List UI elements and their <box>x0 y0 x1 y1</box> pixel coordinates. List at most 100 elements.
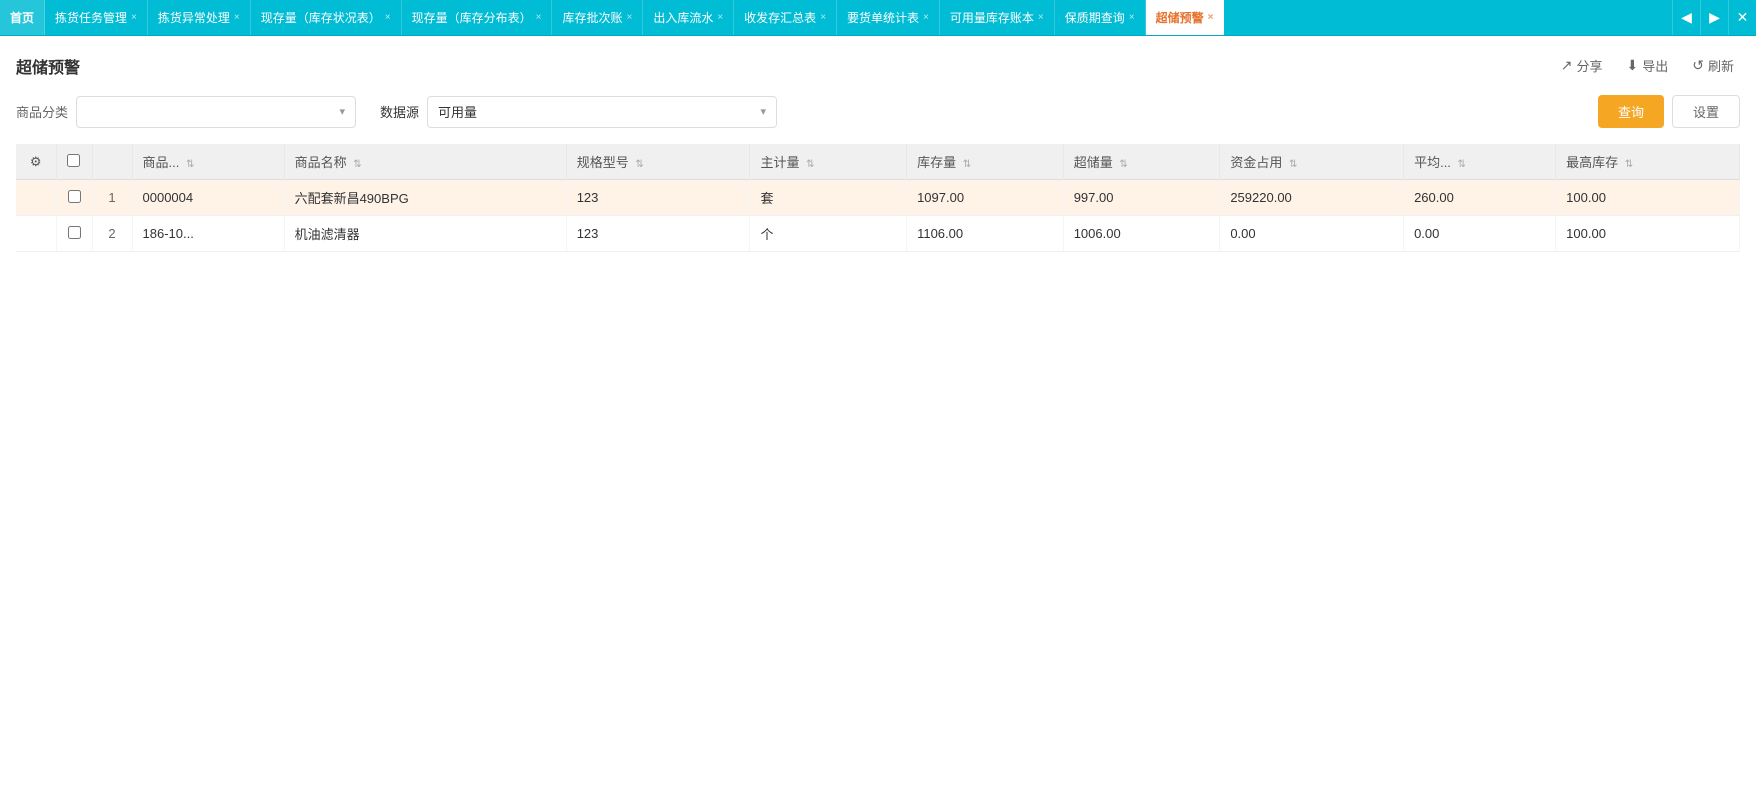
row-checkbox-cell[interactable] <box>56 216 92 252</box>
col-product-code[interactable]: 商品... ⇅ <box>132 144 284 180</box>
col-spec[interactable]: 规格型号 ⇅ <box>566 144 750 180</box>
nav-arrow-left[interactable]: ◀ <box>1672 0 1700 36</box>
row-overstock-qty: 997.00 <box>1063 180 1220 216</box>
col-num <box>92 144 132 180</box>
nav-tab-task-mgmt[interactable]: 拣货任务管理 × <box>45 0 148 35</box>
nav-tab-stock-status[interactable]: 现存量（库存状况表） × <box>251 0 402 35</box>
close-icon[interactable]: × <box>536 12 542 23</box>
select-all-checkbox[interactable] <box>67 154 80 167</box>
close-icon[interactable]: × <box>1038 12 1044 23</box>
data-table: ⚙ 商品... ⇅ 商品名称 ⇅ 规格型号 ⇅ <box>16 144 1740 252</box>
close-icon[interactable]: × <box>1208 12 1214 23</box>
refresh-button[interactable]: ↺ 刷新 <box>1686 52 1740 79</box>
close-icon[interactable]: × <box>820 12 826 23</box>
col-overstock-qty[interactable]: 超储量 ⇅ <box>1063 144 1220 180</box>
export-icon: ⬇ <box>1627 57 1639 74</box>
row-overstock-qty: 1006.00 <box>1063 216 1220 252</box>
col-stock-qty[interactable]: 库存量 ⇅ <box>907 144 1064 180</box>
row-unit: 个 <box>750 216 907 252</box>
col-avg[interactable]: 平均... ⇅ <box>1404 144 1556 180</box>
nav-arrows: ◀ ▶ ✕ <box>1672 0 1756 36</box>
sort-icon: ⇅ <box>186 159 194 170</box>
page-header: 超储预警 ↗ 分享 ⬇ 导出 ↺ 刷新 <box>16 52 1740 79</box>
nav-tab-inout-flow[interactable]: 出入库流水 × <box>643 0 734 35</box>
row-product-code: 0000004 <box>132 180 284 216</box>
sort-icon: ⇅ <box>1625 159 1633 170</box>
datasource-label: 数据源 <box>380 102 419 121</box>
nav-tab-available-stock[interactable]: 可用量库存账本 × <box>940 0 1055 35</box>
close-icon[interactable]: × <box>626 12 632 23</box>
nav-arrow-right[interactable]: ▶ <box>1700 0 1728 36</box>
row-spec: 123 <box>566 216 750 252</box>
row-unit: 套 <box>750 180 907 216</box>
top-navigation: 首页 拣货任务管理 × 拣货异常处理 × 现存量（库存状况表） × 现存量（库存… <box>0 0 1756 36</box>
filter-row: 商品分类 ▾ 数据源 可用量 ▾ 查询 设置 <box>16 95 1740 128</box>
category-select[interactable]: ▾ <box>76 96 356 128</box>
settings-gear-icon: ⚙ <box>30 154 42 169</box>
row-capital: 0.00 <box>1220 216 1404 252</box>
export-button[interactable]: ⬇ 导出 <box>1621 52 1675 79</box>
row-product-code: 186-10... <box>132 216 284 252</box>
nav-tab-overstock[interactable]: 超储预警 × <box>1146 0 1225 35</box>
nav-arrow-close[interactable]: ✕ <box>1728 0 1756 36</box>
close-icon[interactable]: × <box>234 12 240 23</box>
row-checkbox[interactable] <box>68 190 81 203</box>
row-avg: 0.00 <box>1404 216 1556 252</box>
nav-tab-stock-dist[interactable]: 现存量（库存分布表） × <box>402 0 553 35</box>
chevron-down-icon: ▾ <box>339 105 345 118</box>
row-stock-qty: 1097.00 <box>907 180 1064 216</box>
row-checkbox[interactable] <box>68 226 81 239</box>
sort-icon: ⇅ <box>1458 159 1466 170</box>
chevron-down-icon: ▾ <box>761 105 767 118</box>
sort-icon: ⇅ <box>635 159 643 170</box>
close-icon[interactable]: × <box>385 12 391 23</box>
row-capital: 259220.00 <box>1220 180 1404 216</box>
row-settings-cell <box>16 180 56 216</box>
sort-icon: ⇅ <box>963 159 971 170</box>
row-number: 1 <box>92 180 132 216</box>
datasource-select[interactable]: 可用量 ▾ <box>427 96 777 128</box>
close-icon[interactable]: × <box>131 12 137 23</box>
col-product-name[interactable]: 商品名称 ⇅ <box>284 144 566 180</box>
category-label: 商品分类 <box>16 102 68 121</box>
row-max-stock: 100.00 <box>1556 180 1740 216</box>
table-header: ⚙ 商品... ⇅ 商品名称 ⇅ 规格型号 ⇅ <box>16 144 1740 180</box>
datasource-filter: 数据源 可用量 ▾ <box>380 96 777 128</box>
nav-tab-quality[interactable]: 保质期查询 × <box>1055 0 1146 35</box>
col-max-stock[interactable]: 最高库存 ⇅ <box>1556 144 1740 180</box>
row-product-name: 机油滤清器 <box>284 216 566 252</box>
share-button[interactable]: ↗ 分享 <box>1555 52 1609 79</box>
table-row: 2 186-10... 机油滤清器 123 个 1106.00 1006.00 … <box>16 216 1740 252</box>
col-capital[interactable]: 资金占用 ⇅ <box>1220 144 1404 180</box>
nav-tab-abnormal[interactable]: 拣货异常处理 × <box>148 0 251 35</box>
sort-icon: ⇅ <box>1119 159 1127 170</box>
sort-icon: ⇅ <box>806 159 814 170</box>
category-filter: 商品分类 ▾ <box>16 96 356 128</box>
table-header-row: ⚙ 商品... ⇅ 商品名称 ⇅ 规格型号 ⇅ <box>16 144 1740 180</box>
share-icon: ↗ <box>1561 57 1573 74</box>
sort-icon: ⇅ <box>353 159 361 170</box>
datasource-select-value: 可用量 <box>438 102 477 121</box>
row-spec: 123 <box>566 180 750 216</box>
nav-home[interactable]: 首页 <box>0 0 45 35</box>
header-actions: ↗ 分享 ⬇ 导出 ↺ 刷新 <box>1555 52 1740 79</box>
close-icon[interactable]: × <box>717 12 723 23</box>
col-unit[interactable]: 主计量 ⇅ <box>750 144 907 180</box>
close-icon[interactable]: × <box>1129 12 1135 23</box>
action-buttons: 查询 设置 <box>1598 95 1740 128</box>
col-checkbox[interactable] <box>56 144 92 180</box>
row-checkbox-cell[interactable] <box>56 180 92 216</box>
nav-tab-order-stat[interactable]: 要货单统计表 × <box>837 0 940 35</box>
settings-button[interactable]: 设置 <box>1672 95 1740 128</box>
nav-tab-batch[interactable]: 库存批次账 × <box>552 0 643 35</box>
row-stock-qty: 1106.00 <box>907 216 1064 252</box>
close-icon[interactable]: × <box>923 12 929 23</box>
refresh-icon: ↺ <box>1692 57 1704 74</box>
table-body: 1 0000004 六配套新昌490BPG 123 套 1097.00 997.… <box>16 180 1740 252</box>
query-button[interactable]: 查询 <box>1598 95 1664 128</box>
table-row: 1 0000004 六配套新昌490BPG 123 套 1097.00 997.… <box>16 180 1740 216</box>
sort-icon: ⇅ <box>1289 159 1297 170</box>
nav-tab-collect-send[interactable]: 收发存汇总表 × <box>734 0 837 35</box>
col-settings[interactable]: ⚙ <box>16 144 56 180</box>
row-number: 2 <box>92 216 132 252</box>
